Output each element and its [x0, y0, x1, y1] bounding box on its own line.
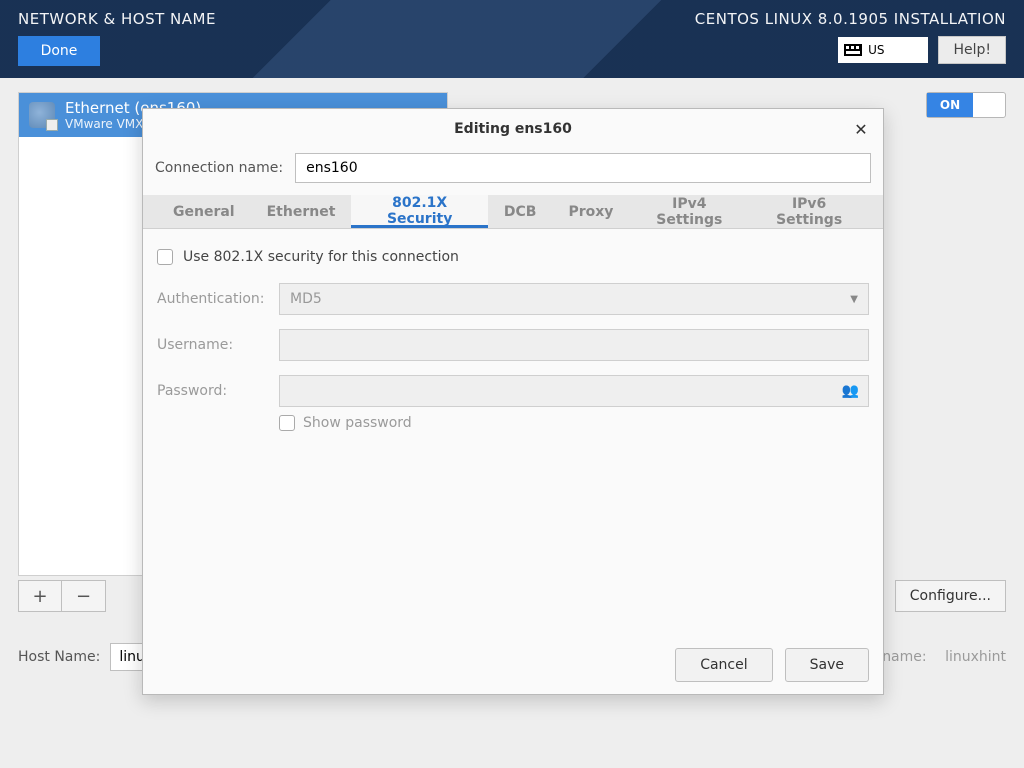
show-password-checkbox[interactable]: [279, 415, 295, 431]
authentication-value: MD5: [290, 291, 322, 307]
toggle-on-label: ON: [927, 93, 973, 117]
password-input[interactable]: [279, 375, 869, 407]
users-icon[interactable]: 👥: [842, 383, 859, 399]
tab-general[interactable]: General: [157, 195, 251, 228]
keyboard-layout-indicator[interactable]: US: [838, 37, 928, 63]
close-icon: ✕: [854, 120, 867, 139]
username-label: Username:: [157, 337, 267, 353]
authentication-combobox[interactable]: MD5 ▼: [279, 283, 869, 315]
password-label: Password:: [157, 383, 267, 399]
edit-connection-dialog: Editing ens160 ✕ Connection name: Genera…: [142, 108, 884, 695]
configure-button[interactable]: Configure...: [895, 580, 1006, 612]
chevron-down-icon: ▼: [850, 294, 858, 305]
authentication-label: Authentication:: [157, 291, 267, 307]
dialog-title: Editing ens160: [454, 121, 572, 137]
spoke-title: NETWORK & HOST NAME: [18, 10, 216, 28]
cancel-button[interactable]: Cancel: [675, 648, 772, 682]
installer-title: CENTOS LINUX 8.0.1905 INSTALLATION: [695, 10, 1006, 28]
use-8021x-checkbox[interactable]: [157, 249, 173, 265]
dialog-close-button[interactable]: ✕: [851, 119, 871, 139]
dialog-tabs: GeneralEthernet802.1X SecurityDCBProxyIP…: [143, 195, 883, 229]
save-button[interactable]: Save: [785, 648, 869, 682]
tab-ethernet[interactable]: Ethernet: [251, 195, 352, 228]
done-button[interactable]: Done: [18, 36, 100, 66]
keyboard-icon: [844, 44, 862, 56]
add-device-button[interactable]: +: [18, 580, 62, 612]
keyboard-layout-text: US: [868, 43, 884, 57]
connection-name-input[interactable]: [295, 153, 871, 183]
ethernet-icon: [29, 102, 55, 128]
username-input[interactable]: [279, 329, 869, 361]
hostname-label: Host Name:: [18, 649, 100, 665]
use-8021x-label[interactable]: Use 802.1X security for this connection: [183, 249, 459, 265]
tab-802-1x-security[interactable]: 802.1X Security: [351, 195, 488, 228]
remove-device-button[interactable]: −: [62, 580, 106, 612]
tab-dcb[interactable]: DCB: [488, 195, 553, 228]
installer-header: NETWORK & HOST NAME Done CENTOS LINUX 8.…: [0, 0, 1024, 78]
connection-toggle[interactable]: ON: [926, 92, 1006, 118]
show-password-label[interactable]: Show password: [303, 415, 412, 431]
current-hostname-value: linuxhint: [945, 649, 1006, 665]
connection-name-label: Connection name:: [155, 160, 283, 176]
tab-ipv4-settings[interactable]: IPv4 Settings: [629, 195, 749, 228]
tab-8021x-security: Use 802.1X security for this connection …: [143, 229, 883, 636]
tab-proxy[interactable]: Proxy: [552, 195, 629, 228]
help-button[interactable]: Help!: [938, 36, 1006, 64]
tab-ipv6-settings[interactable]: IPv6 Settings: [749, 195, 869, 228]
